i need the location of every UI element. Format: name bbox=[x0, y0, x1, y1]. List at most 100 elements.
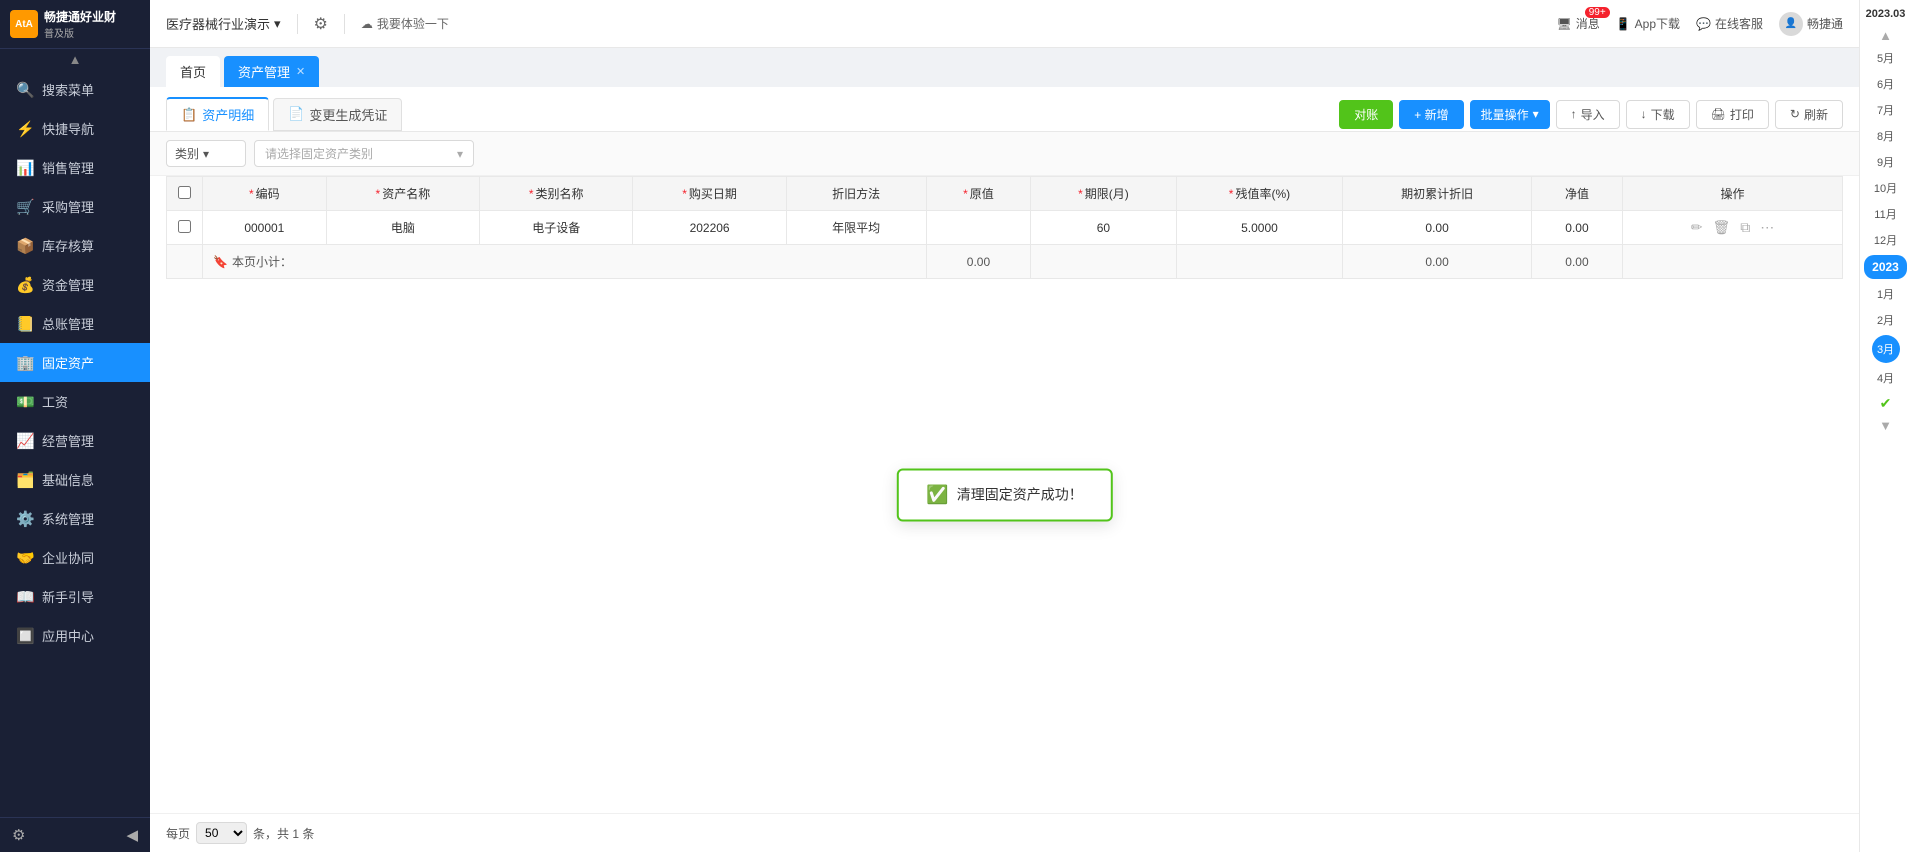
per-page-select[interactable]: 50 10 20 100 bbox=[196, 822, 247, 844]
timeline-month-5[interactable]: 5月 bbox=[1860, 45, 1911, 71]
timeline-month-7[interactable]: 7月 bbox=[1860, 97, 1911, 123]
timeline-year-2023[interactable]: 2023 bbox=[1864, 255, 1907, 279]
select-all-checkbox[interactable] bbox=[178, 186, 191, 199]
row-period: 60 bbox=[1031, 211, 1176, 245]
sidebar-scroll-up[interactable]: ▲ bbox=[0, 49, 150, 70]
subtotal-row: 🔖本页小计： 0.00 0.00 0.00 bbox=[167, 245, 1843, 279]
th-checkbox bbox=[167, 177, 203, 211]
row-delete-button[interactable]: 🗑 bbox=[1711, 219, 1733, 236]
timeline-month-9[interactable]: 9月 bbox=[1860, 149, 1911, 175]
sidebar-item-system[interactable]: ⚙️ 系统管理 bbox=[0, 499, 150, 538]
row-more-button[interactable]: ⋯ bbox=[1758, 219, 1776, 236]
sidebar-item-sales[interactable]: 📊 销售管理 bbox=[0, 148, 150, 187]
refresh-button[interactable]: ↻ 刷新 bbox=[1775, 100, 1843, 129]
print-icon: 🖨 bbox=[1711, 107, 1726, 121]
timeline-month-4[interactable]: 4月 bbox=[1860, 365, 1911, 391]
topbar-divider bbox=[297, 14, 298, 34]
sidebar-item-payroll[interactable]: 💵 工资 bbox=[0, 382, 150, 421]
sidebar-item-app-center[interactable]: 🔲 应用中心 bbox=[0, 616, 150, 655]
timeline-header: 2023.03 bbox=[1866, 4, 1906, 26]
sidebar-item-ledger[interactable]: 📒 总账管理 bbox=[0, 304, 150, 343]
batch-button[interactable]: 批量操作 ▾ bbox=[1470, 100, 1550, 129]
download-button[interactable]: ↓ 下载 bbox=[1626, 100, 1690, 129]
category-select[interactable]: 类别 ▾ bbox=[166, 140, 246, 167]
row-edit-button[interactable]: ✏ bbox=[1689, 219, 1705, 236]
sidebar-item-fixed-assets[interactable]: 🏢 固定资产 bbox=[0, 343, 150, 382]
sidebar-item-funds[interactable]: 💰 资金管理 bbox=[0, 265, 150, 304]
subtab-asset-detail[interactable]: 📋 资产明细 bbox=[166, 97, 269, 131]
th-residual-rate: *残值率(%) bbox=[1176, 177, 1343, 211]
th-actions: 操作 bbox=[1623, 177, 1843, 211]
row-original-value bbox=[926, 211, 1031, 245]
sidebar-item-label: 资金管理 bbox=[42, 275, 94, 294]
timeline-month-8[interactable]: 8月 bbox=[1860, 123, 1911, 149]
messages-button[interactable]: 🖥 消息 99+ bbox=[1556, 15, 1599, 32]
search-icon: 🔍 bbox=[16, 81, 34, 99]
row-checkbox[interactable] bbox=[178, 220, 191, 233]
timeline-panel: 2023.03 ▲ 5月 6月 7月 8月 9月 10月 11月 12月 202… bbox=[1859, 0, 1911, 852]
export-button[interactable]: ↑ 导入 bbox=[1556, 100, 1620, 129]
online-service-button[interactable]: 💬 在线客服 bbox=[1696, 15, 1763, 32]
sidebar-item-purchase[interactable]: 🛒 采购管理 bbox=[0, 187, 150, 226]
timeline-month-3-active[interactable]: 3月 bbox=[1872, 335, 1900, 363]
app-download-icon: 📱 bbox=[1616, 17, 1631, 31]
user-name: 畅捷通 bbox=[1807, 15, 1843, 32]
guide-icon: 📖 bbox=[16, 588, 34, 606]
total-label: 条，共 1 条 bbox=[253, 825, 314, 842]
sidebar-item-operations[interactable]: 📈 经营管理 bbox=[0, 421, 150, 460]
row-purchase-date: 202206 bbox=[633, 211, 786, 245]
payroll-icon: 💵 bbox=[16, 393, 34, 411]
subtab-change-voucher[interactable]: 📄 变更生成凭证 bbox=[273, 98, 402, 131]
row-code: 000001 bbox=[203, 211, 327, 245]
download-label: 下载 bbox=[1651, 106, 1675, 123]
system-icon: ⚙️ bbox=[16, 510, 34, 528]
th-period: *期限(月) bbox=[1031, 177, 1176, 211]
tab-home[interactable]: 首页 bbox=[166, 56, 220, 87]
company-selector[interactable]: 医疗器械行业演示 ▾ bbox=[166, 14, 281, 33]
sidebar-item-label: 销售管理 bbox=[42, 158, 94, 177]
app-download-button[interactable]: 📱 App下载 bbox=[1616, 15, 1680, 32]
topbar-settings-icon[interactable]: ⚙ bbox=[314, 14, 328, 34]
sidebar-menu: 🔍 搜索菜单 ⚡ 快捷导航 📊 销售管理 🛒 采购管理 📦 库存核算 💰 资金管… bbox=[0, 70, 150, 817]
sidebar-item-quick-nav[interactable]: ⚡ 快捷导航 bbox=[0, 109, 150, 148]
subtab-bar: 📋 资产明细 📄 变更生成凭证 对账 + 新增 批量操作 ▾ ↑ 导入 bbox=[150, 87, 1859, 132]
timeline-arrow-up[interactable]: ▲ bbox=[1879, 26, 1892, 45]
sidebar-item-search[interactable]: 🔍 搜索菜单 bbox=[0, 70, 150, 109]
timeline-month-6[interactable]: 6月 bbox=[1860, 71, 1911, 97]
row-copy-button[interactable]: ⧉ bbox=[1738, 219, 1752, 236]
tabbar: 首页 资产管理 ✕ bbox=[150, 48, 1859, 87]
timeline-month-1[interactable]: 1月 bbox=[1860, 281, 1911, 307]
reconcile-button[interactable]: 对账 bbox=[1339, 100, 1393, 129]
sidebar-item-base-info[interactable]: 🗂️ 基础信息 bbox=[0, 460, 150, 499]
experience-button[interactable]: ☁ 我要体验一下 bbox=[361, 15, 449, 32]
toast-success-icon: ✅ bbox=[926, 484, 948, 505]
subtotal-net-value: 0.00 bbox=[1531, 245, 1622, 279]
sidebar-collapse-icon[interactable]: ◀ bbox=[126, 826, 138, 844]
tab-assets[interactable]: 资产管理 ✕ bbox=[224, 56, 319, 87]
sidebar-header: AtA 畅捷通好业财 普及版 bbox=[0, 0, 150, 49]
row-initial-depreciation: 0.00 bbox=[1343, 211, 1531, 245]
print-button[interactable]: 🖨 打印 bbox=[1696, 100, 1769, 129]
per-page-label: 每页 bbox=[166, 825, 190, 842]
sidebar-item-label: 新手引导 bbox=[42, 587, 94, 606]
fixed-assets-icon: 🏢 bbox=[16, 354, 34, 372]
timeline-month-11[interactable]: 11月 bbox=[1860, 201, 1911, 227]
refresh-icon: ↻ bbox=[1790, 107, 1800, 121]
sidebar-item-enterprise[interactable]: 🤝 企业协同 bbox=[0, 538, 150, 577]
sidebar-item-label: 应用中心 bbox=[42, 626, 94, 645]
experience-icon: ☁ bbox=[361, 17, 373, 31]
timeline-month-2[interactable]: 2月 bbox=[1860, 307, 1911, 333]
timeline-month-12[interactable]: 12月 bbox=[1860, 227, 1911, 253]
tab-close-icon[interactable]: ✕ bbox=[296, 65, 305, 78]
category-input[interactable]: 请选择固定资产类别 ▾ bbox=[254, 140, 474, 167]
sidebar-item-guide[interactable]: 📖 新手引导 bbox=[0, 577, 150, 616]
timeline-arrow-down[interactable]: ▼ bbox=[1879, 416, 1892, 435]
timeline-month-10[interactable]: 10月 bbox=[1860, 175, 1911, 201]
toast-overlay: ✅ 清理固定资产成功！ bbox=[896, 468, 1112, 521]
user-menu[interactable]: 👤 畅捷通 bbox=[1779, 12, 1843, 36]
sidebar-item-label: 总账管理 bbox=[42, 314, 94, 333]
funds-icon: 💰 bbox=[16, 276, 34, 294]
new-button[interactable]: + 新增 bbox=[1399, 100, 1463, 129]
sidebar-settings-icon[interactable]: ⚙ bbox=[12, 826, 25, 844]
sidebar-item-inventory[interactable]: 📦 库存核算 bbox=[0, 226, 150, 265]
